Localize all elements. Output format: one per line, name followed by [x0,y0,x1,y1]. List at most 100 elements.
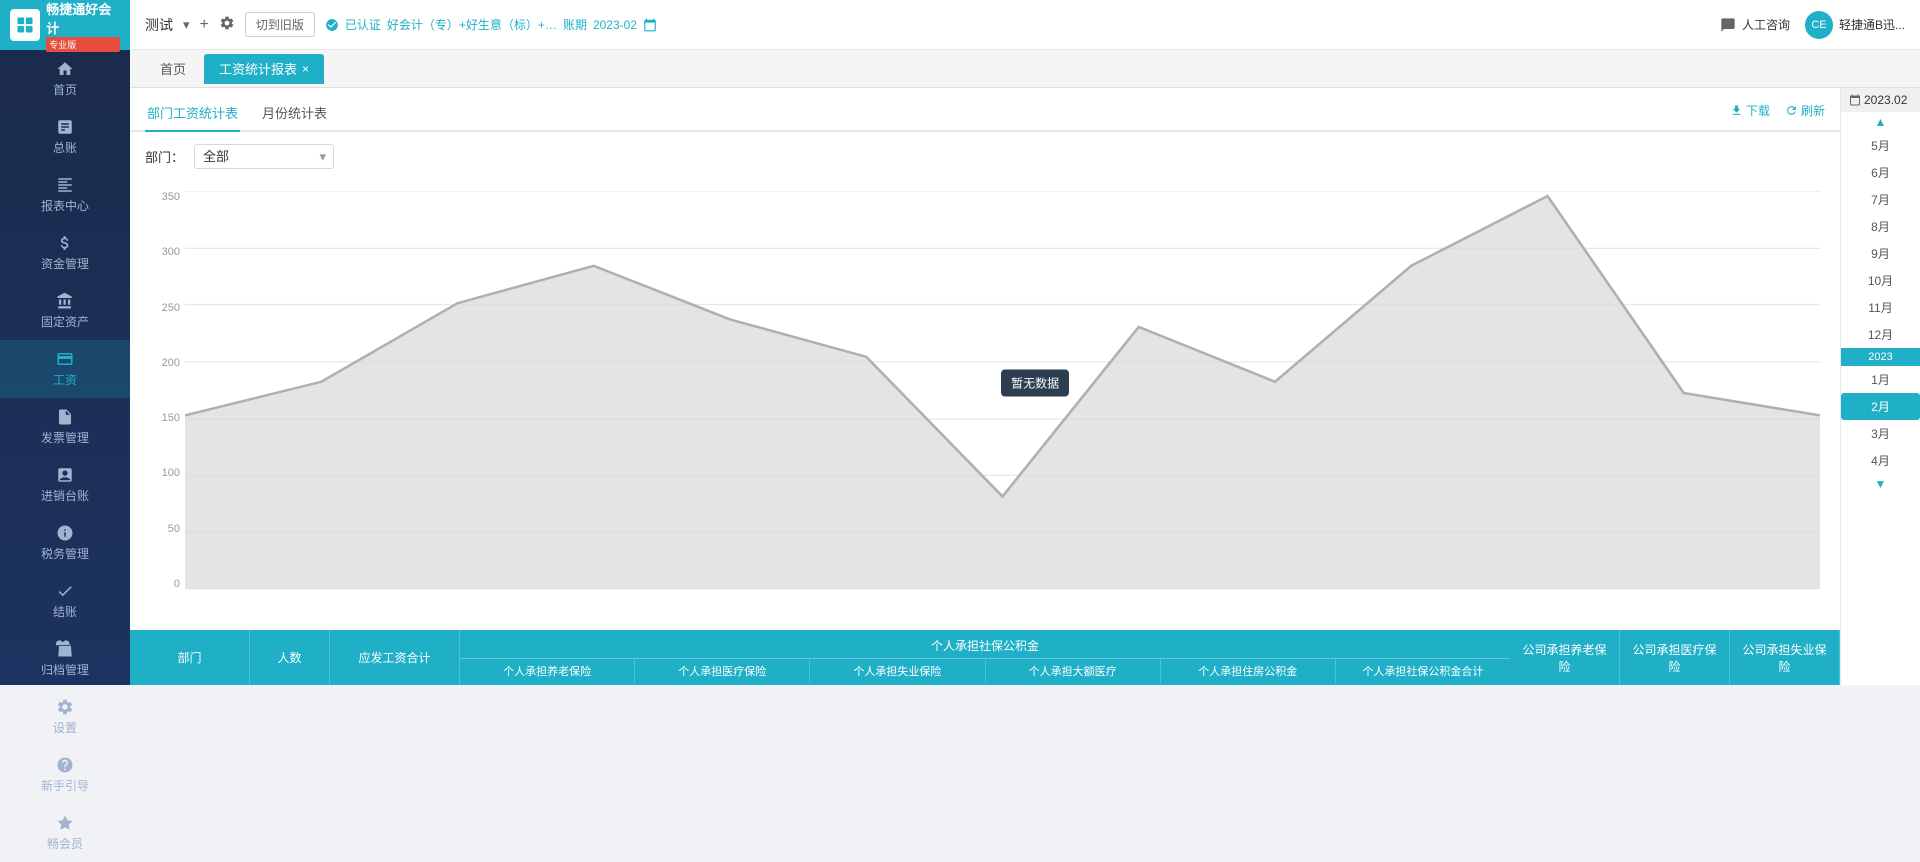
sidebar-item-fund[interactable]: 资金管理 [0,224,130,282]
month-6[interactable]: 6月 [1841,159,1920,186]
month-4[interactable]: 4月 [1841,447,1920,474]
sidebar: 畅捷通好会计 专业版 首页 总账 报表中心 资金管理 固定资产 工资 发票管理 … [0,0,130,685]
avatar: CE [1805,11,1833,39]
sidebar-item-salary[interactable]: 工资 [0,340,130,398]
switch-old-button[interactable]: 切到旧版 [245,12,315,37]
content-main: 部门工资统计表 月份统计表 下载 刷新 部门： [130,88,1840,685]
user-profile[interactable]: CE 轻捷通B迅... [1805,11,1905,39]
tabbar: 首页 工资统计报表 × [130,50,1920,88]
topbar-right: 人工咨询 CE 轻捷通B迅... [1720,11,1905,39]
dept-filter-select[interactable]: 全部 销售部 财务部 人事部 技术部 [194,144,334,169]
sidebar-item-fund-label: 资金管理 [41,255,89,272]
sidebar-item-home[interactable]: 首页 [0,50,130,108]
th-personal-group: 个人承担社保公积金 个人承担养老保险 个人承担医疗保险 个人承担失业保险 个人承… [460,633,1510,683]
th-dept: 部门 [130,630,250,685]
date-panel-header: 2023.02 [1841,88,1920,112]
dept-filter-wrap: 全部 销售部 财务部 人事部 技术部 [194,144,334,169]
current-date: 2023.02 [1864,93,1907,107]
month-10[interactable]: 10月 [1841,267,1920,294]
th-housing-fund: 个人承担住房公积金 [1161,659,1336,683]
app-logo: 畅捷通好会计 专业版 [0,0,130,50]
month-11[interactable]: 11月 [1841,294,1920,321]
sidebar-item-ledger[interactable]: 总账 [0,108,130,166]
status-certified: 已认证 [345,16,381,33]
sidebar-item-asset[interactable]: 固定资产 [0,282,130,340]
month-2[interactable]: 2月 [1841,393,1920,420]
sidebar-item-guide-label: 新手引导 [41,777,89,794]
refresh-button[interactable]: 刷新 [1785,102,1825,119]
sidebar-item-ledger-label: 总账 [53,139,77,156]
month-8[interactable]: 8月 [1841,213,1920,240]
topbar-status: 已认证 好会计（专）+好生意（标）+… 账期 2023-02 [325,16,657,33]
th-pension: 个人承担养老保险 [460,659,635,683]
chart-area: 350 300 250 200 150 100 50 0 [130,181,1840,630]
month-3[interactable]: 3月 [1841,420,1920,447]
filter-bar: 部门： 全部 销售部 财务部 人事部 技术部 [130,132,1840,181]
sidebar-item-settings-label: 设置 [53,719,77,736]
sidebar-item-settings[interactable]: 设置 [0,688,130,746]
sub-tabs: 部门工资统计表 月份统计表 下载 刷新 [130,88,1840,132]
sub-tabs-actions: 下载 刷新 [1730,102,1825,127]
th-major-medical: 个人承担大额医疗 [986,659,1161,683]
sidebar-item-report[interactable]: 报表中心 [0,166,130,224]
sidebar-item-salary-label: 工资 [53,371,77,388]
month-7[interactable]: 7月 [1841,186,1920,213]
sidebar-item-member[interactable]: 畅会员 [0,804,130,862]
status-accounting: 好会计（专）+好生意（标）+… [387,16,557,33]
year-2023-label[interactable]: 2023 [1841,348,1920,366]
month-5[interactable]: 5月 [1841,132,1920,159]
date-nav-down[interactable]: ▼ [1841,474,1920,494]
th-personal-children: 个人承担养老保险 个人承担医疗保险 个人承担失业保险 个人承担大额医疗 个人承担… [460,659,1510,683]
topbar-add-button[interactable]: + [200,16,209,34]
th-company-pension: 公司承担养老保险 [1510,630,1620,685]
month-9[interactable]: 9月 [1841,240,1920,267]
sidebar-item-close-account-label: 结账 [53,603,77,620]
tab-close-icon[interactable]: × [302,62,309,76]
download-button[interactable]: 下载 [1730,102,1770,119]
th-company-unemployment: 公司承担失业保险 [1730,630,1840,685]
th-people: 人数 [250,630,330,685]
th-total-salary: 应发工资合计 [330,630,460,685]
sidebar-item-close-account[interactable]: 结账 [0,572,130,630]
table-header: 部门 人数 应发工资合计 个人承担社保公积金 个人承担养老保险 个人承担医疗保险… [130,630,1840,685]
topbar-title: 测试 [145,15,173,35]
month-12[interactable]: 12月 [1841,321,1920,348]
th-personal-group-label: 个人承担社保公积金 [460,633,1510,659]
y-axis: 350 300 250 200 150 100 50 0 [150,191,185,590]
sidebar-item-archive-label: 归档管理 [41,661,89,678]
sidebar-item-invoice-label: 发票管理 [41,429,89,446]
date-nav-up[interactable]: ▲ [1841,112,1920,132]
user-service[interactable]: 人工咨询 [1720,16,1790,33]
sub-tab-dept[interactable]: 部门工资统计表 [145,98,240,132]
period-label: 账期 [563,16,587,33]
th-company-medical: 公司承担医疗保险 [1620,630,1730,685]
sidebar-item-invoice[interactable]: 发票管理 [0,398,130,456]
sidebar-item-tax-label: 税务管理 [41,545,89,562]
content-area: 部门工资统计表 月份统计表 下载 刷新 部门： [130,88,1920,685]
tab-salary-report[interactable]: 工资统计报表 × [204,54,324,84]
date-panel: 2023.02 ▲ 5月 6月 7月 8月 9月 10月 11月 12月 202… [1840,88,1920,685]
sub-tab-monthly[interactable]: 月份统计表 [260,98,329,132]
sidebar-item-stock[interactable]: 进销台账 [0,456,130,514]
user-name: 轻捷通B迅... [1839,16,1905,33]
th-medical: 个人承担医疗保险 [635,659,810,683]
month-1[interactable]: 1月 [1841,366,1920,393]
tab-home[interactable]: 首页 [145,54,201,84]
logo-text: 畅捷通好会计 专业版 [46,0,120,52]
sidebar-item-archive[interactable]: 归档管理 [0,630,130,688]
topbar-dropdown-icon[interactable]: ▾ [183,17,190,33]
th-total-social: 个人承担社保公积金合计 [1336,659,1510,683]
topbar-settings-icon[interactable] [219,15,235,34]
chart-container: 350 300 250 200 150 100 50 0 [150,191,1820,620]
th-unemployment: 个人承担失业保险 [810,659,985,683]
sidebar-item-report-label: 报表中心 [41,197,89,214]
period-value: 2023-02 [593,18,637,32]
sidebar-item-tax[interactable]: 税务管理 [0,514,130,572]
sidebar-item-member-label: 畅会员 [47,835,83,852]
dept-filter-label: 部门： [145,147,184,166]
chart-svg-wrap: 暂无数据 [185,191,1820,590]
logo-icon [10,9,40,41]
main-content: 测试 ▾ + 切到旧版 已认证 好会计（专）+好生意（标）+… 账期 2023-… [130,0,1920,685]
sidebar-item-guide[interactable]: 新手引导 [0,746,130,804]
sidebar-item-stock-label: 进销台账 [41,487,89,504]
